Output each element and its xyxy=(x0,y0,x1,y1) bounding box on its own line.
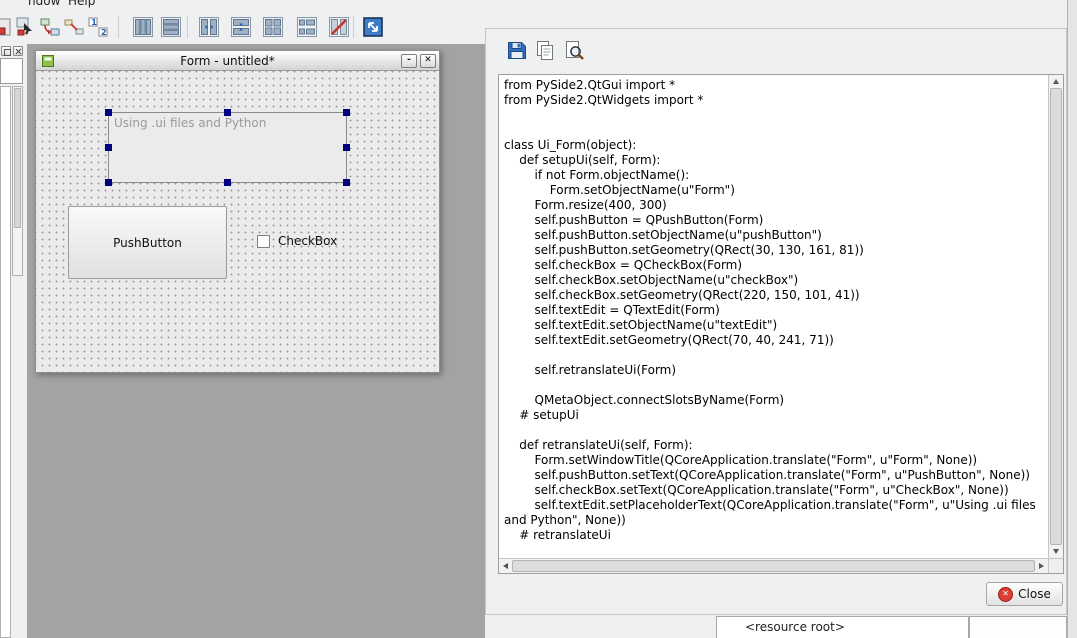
widget-list-scrollbar[interactable] xyxy=(12,86,23,276)
layout-splitter-vertical-icon xyxy=(230,16,252,38)
code-vertical-scrollbar[interactable] xyxy=(1048,75,1063,558)
checkbox-label: CheckBox xyxy=(278,234,337,248)
find-button[interactable] xyxy=(561,37,587,63)
dock-close-button[interactable] xyxy=(13,46,23,56)
close-button[interactable]: ✕ Close xyxy=(986,582,1063,606)
menu-help[interactable]: Help xyxy=(68,0,95,8)
bottom-right-panel xyxy=(969,616,1067,638)
close-x-icon: ✕ xyxy=(998,587,1013,602)
dock-float-button[interactable] xyxy=(1,46,11,56)
form-window-title: Form - untitled* xyxy=(57,54,398,68)
hscroll-thumb[interactable] xyxy=(512,560,1035,572)
vscroll-thumb[interactable] xyxy=(1050,88,1062,545)
code-preview-dialog: from PySide2.QtGui import * from PySide2… xyxy=(485,28,1067,615)
scroll-up-icon[interactable] xyxy=(1053,79,1059,84)
mdi-area: Form - untitled* - ✕ Using .ui files and… xyxy=(27,44,485,638)
code-view[interactable]: from PySide2.QtGui import * from PySide2… xyxy=(498,74,1064,574)
form-minimize-button[interactable]: - xyxy=(401,54,417,68)
form-titlebar[interactable]: Form - untitled* - ✕ xyxy=(36,51,439,71)
edit-tab-order-icon: 1 2 xyxy=(87,16,109,38)
form-close-button[interactable]: ✕ xyxy=(420,54,436,68)
layout-vertical-icon xyxy=(160,16,182,38)
edit-widgets-icon xyxy=(15,16,37,38)
copy-button[interactable] xyxy=(532,37,558,63)
qt-designer-window: ndow Help xyxy=(0,0,1077,638)
adjust-size-button[interactable] xyxy=(361,14,385,40)
selection-handle[interactable] xyxy=(343,179,350,186)
selection-handle[interactable] xyxy=(105,144,112,151)
scroll-left-icon[interactable] xyxy=(503,563,508,569)
scroll-right-icon[interactable] xyxy=(1039,563,1044,569)
adjust-size-icon xyxy=(362,16,384,38)
code-text: from PySide2.QtGui import * from PySide2… xyxy=(500,75,1047,557)
svg-text:2: 2 xyxy=(101,28,107,37)
layout-horizontal-icon xyxy=(132,16,154,38)
menu-window[interactable]: ndow xyxy=(28,0,60,8)
main-toolbar: 1 2 xyxy=(0,10,485,44)
selection-handle[interactable] xyxy=(343,109,350,116)
form-canvas[interactable]: Using .ui files and Python PushButton Ch… xyxy=(36,71,439,372)
form-window-icon xyxy=(42,55,54,67)
save-icon xyxy=(506,39,528,61)
edit-widgets-button[interactable] xyxy=(14,14,38,40)
right-edge-panel xyxy=(1067,0,1077,638)
layout-form-icon xyxy=(296,16,318,38)
scrollbar-corner xyxy=(1048,558,1063,573)
find-icon xyxy=(563,39,585,61)
layout-grid-icon xyxy=(262,16,284,38)
resource-browser-panel: <resource root> xyxy=(716,616,969,638)
layout-splitter-horizontal-icon xyxy=(198,16,220,38)
widget-list[interactable] xyxy=(0,86,11,638)
resource-root-item[interactable]: <resource root> xyxy=(745,620,845,634)
checkbox-widget[interactable]: CheckBox xyxy=(257,234,337,248)
layout-grid-button[interactable] xyxy=(261,14,285,40)
widget-filter-input[interactable] xyxy=(0,58,23,84)
toolbar-separator xyxy=(118,16,119,38)
form-window[interactable]: Form - untitled* - ✕ Using .ui files and… xyxy=(35,50,440,373)
layout-splitter-horizontal-button[interactable] xyxy=(197,14,221,40)
svg-text:1: 1 xyxy=(91,18,97,27)
checkbox-indicator[interactable] xyxy=(257,235,270,248)
edit-signals-slots-icon xyxy=(39,16,61,38)
selection-handle[interactable] xyxy=(343,144,350,151)
layout-form-button[interactable] xyxy=(295,14,319,40)
selection-handle[interactable] xyxy=(105,179,112,186)
selection-handle[interactable] xyxy=(224,179,231,186)
layout-horizontal-button[interactable] xyxy=(131,14,155,40)
scrollbar-thumb[interactable] xyxy=(14,88,21,228)
edit-tab-order-button[interactable]: 1 2 xyxy=(86,14,110,40)
edit-signals-slots-button[interactable] xyxy=(38,14,62,40)
widget-box-dock xyxy=(0,44,27,638)
scroll-down-icon[interactable] xyxy=(1053,549,1059,554)
code-horizontal-scrollbar[interactable] xyxy=(499,558,1048,573)
textedit-widget[interactable]: Using .ui files and Python xyxy=(108,112,347,183)
selection-handle[interactable] xyxy=(224,109,231,116)
copy-icon xyxy=(534,39,556,61)
toolbar-separator xyxy=(353,16,354,38)
textedit-placeholder: Using .ui files and Python xyxy=(114,116,266,130)
break-layout-button[interactable] xyxy=(327,14,351,40)
close-button-label: Close xyxy=(1018,587,1051,601)
edit-buddies-icon xyxy=(63,16,85,38)
selection-handle[interactable] xyxy=(105,109,112,116)
toolbar-separator xyxy=(187,16,188,38)
layout-splitter-vertical-button[interactable] xyxy=(229,14,253,40)
clipped-icon xyxy=(0,16,14,38)
clipped-tool-icon[interactable] xyxy=(0,14,15,40)
layout-vertical-button[interactable] xyxy=(159,14,183,40)
menubar: ndow Help xyxy=(0,0,1077,9)
break-layout-icon xyxy=(328,16,350,38)
save-button[interactable] xyxy=(504,37,530,63)
edit-buddies-button[interactable] xyxy=(62,14,86,40)
pushbutton-widget[interactable]: PushButton xyxy=(68,206,227,279)
